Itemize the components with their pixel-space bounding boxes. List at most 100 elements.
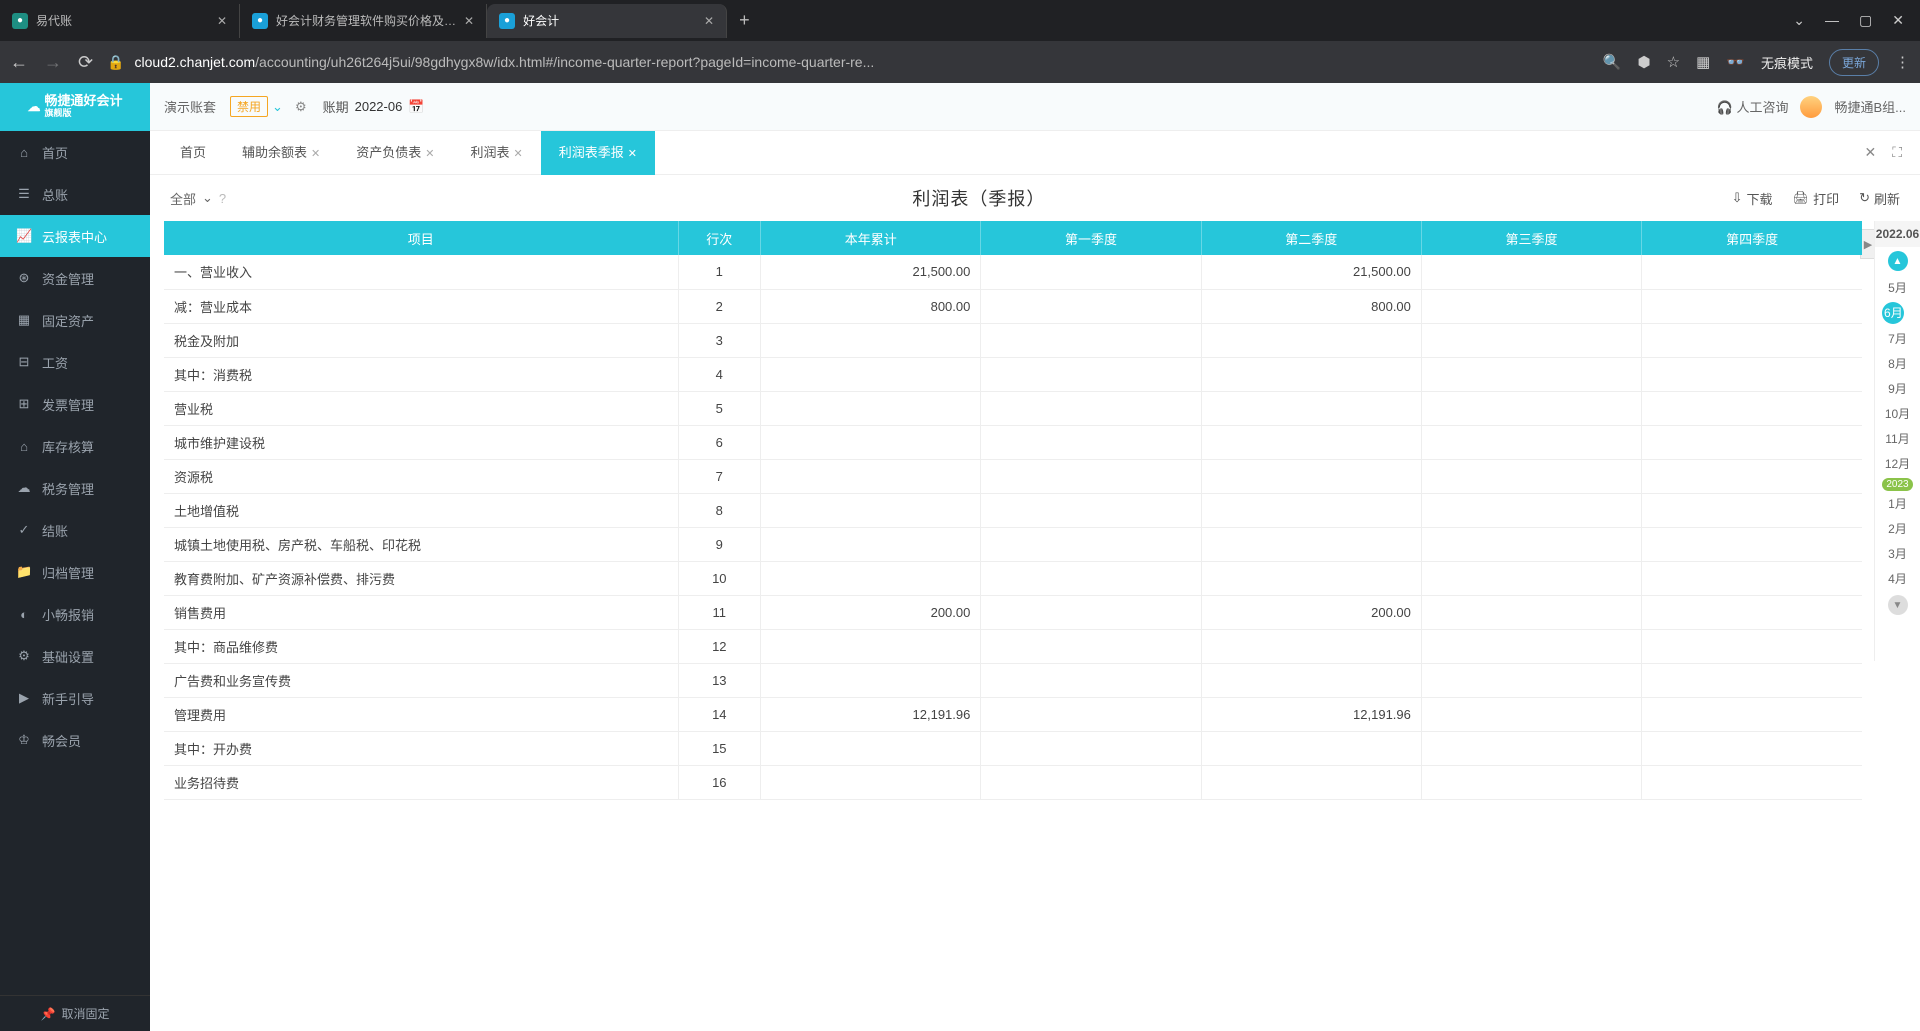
user-name[interactable]: 畅捷通B组... — [1834, 97, 1906, 116]
chevron-down-icon[interactable]: ⌄ — [1793, 12, 1805, 29]
close-tab-icon[interactable]: ✕ — [217, 14, 227, 28]
sidebar-item-9[interactable]: ✓结账 — [0, 509, 150, 551]
browser-tab[interactable]: ●易代账✕ — [0, 4, 240, 38]
month-item[interactable]: 8月 — [1882, 351, 1912, 376]
cell-q3 — [1421, 527, 1641, 561]
table-row[interactable]: 税金及附加 3 — [164, 323, 1862, 357]
sidebar-item-4[interactable]: ▦固定资产 — [0, 299, 150, 341]
extensions-puzzle-icon[interactable]: ▦ — [1696, 53, 1710, 71]
help-icon[interactable]: ? — [219, 191, 226, 206]
page-tab[interactable]: 利润表✕ — [452, 131, 540, 175]
month-item[interactable]: 10月 — [1882, 401, 1912, 426]
table-row[interactable]: 广告费和业务宣传费 13 — [164, 663, 1862, 697]
sidebar-item-8[interactable]: ☁税务管理 — [0, 467, 150, 509]
scroll-down-icon[interactable]: ▼ — [1888, 595, 1908, 615]
sidebar-item-1[interactable]: ☰总账 — [0, 173, 150, 215]
page-tab[interactable]: 辅助余额表✕ — [224, 131, 338, 175]
sidebar-item-12[interactable]: ⚙基础设置 — [0, 635, 150, 677]
fullscreen-icon[interactable]: ⛶ — [1892, 144, 1902, 161]
close-tab-icon[interactable]: ✕ — [704, 14, 714, 28]
close-tab-icon[interactable]: ✕ — [311, 148, 320, 160]
month-item[interactable]: 7月 — [1882, 326, 1912, 351]
table-row[interactable]: 城市维护建设税 6 — [164, 425, 1862, 459]
disable-tag[interactable]: 禁用 — [230, 96, 268, 117]
sidebar-item-6[interactable]: ⊞发票管理 — [0, 383, 150, 425]
sidebar-item-13[interactable]: ▶新手引导 — [0, 677, 150, 719]
month-item[interactable]: 3月 — [1882, 541, 1912, 566]
filter-dropdown[interactable]: 全部 ⌄ ? — [170, 189, 226, 208]
browser-tab[interactable]: ●好会计✕ — [487, 4, 727, 38]
page-tab[interactable]: 利润表季报✕ — [541, 131, 655, 175]
table-row[interactable]: 减：营业成本 2 800.00 800.00 — [164, 289, 1862, 323]
period-value[interactable]: 2022-06 — [355, 99, 403, 114]
sidebar-item-10[interactable]: 📁归档管理 — [0, 551, 150, 593]
month-item[interactable]: 1月 — [1882, 491, 1912, 516]
download-button[interactable]: ⇩ 下载 — [1732, 189, 1773, 208]
close-tab-icon[interactable]: ✕ — [514, 148, 523, 160]
month-item[interactable]: 6月 — [1882, 302, 1904, 324]
sidebar-item-2[interactable]: 📈云报表中心 — [0, 215, 150, 257]
unpin-sidebar[interactable]: 📌 取消固定 — [0, 995, 150, 1031]
search-in-page-icon[interactable]: 🔍 — [1603, 53, 1622, 71]
calendar-icon[interactable]: 📅 — [408, 99, 424, 115]
page-tab[interactable]: 首页 — [162, 131, 224, 175]
table-row[interactable]: 其中：商品维修费 12 — [164, 629, 1862, 663]
sidebar-item-14[interactable]: ♔畅会员 — [0, 719, 150, 761]
close-tab-icon[interactable]: ✕ — [464, 14, 474, 28]
page-tab[interactable]: 资产负债表✕ — [338, 131, 452, 175]
sidebar-item-label: 税务管理 — [42, 479, 94, 498]
table-row[interactable]: 土地增值税 8 — [164, 493, 1862, 527]
sidebar-item-7[interactable]: ⌂库存核算 — [0, 425, 150, 467]
minimize-icon[interactable]: — — [1825, 12, 1839, 29]
forward-icon[interactable]: → — [44, 52, 62, 73]
close-all-tabs-icon[interactable]: ✕ — [1864, 144, 1876, 161]
url-bar[interactable]: 🔒 cloud2.chanjet.com/accounting/uh26t264… — [107, 54, 1589, 71]
month-item[interactable]: 9月 — [1882, 376, 1912, 401]
print-button[interactable]: 🖨 打印 — [1793, 189, 1840, 208]
month-item[interactable]: 11月 — [1882, 426, 1912, 451]
sidebar-item-11[interactable]: ◐小畅报销 — [0, 593, 150, 635]
chevron-down-icon[interactable]: ⌄ — [272, 99, 283, 115]
account-set-selector[interactable]: 演示账套 — [150, 97, 230, 116]
reload-icon[interactable]: ⟳ — [78, 52, 93, 73]
cell-q4 — [1642, 391, 1862, 425]
table-row[interactable]: 一、营业收入 1 21,500.00 21,500.00 — [164, 255, 1862, 289]
close-tab-icon[interactable]: ✕ — [425, 148, 434, 160]
table-row[interactable]: 城镇土地使用税、房产税、车船税、印花税 9 — [164, 527, 1862, 561]
table-row[interactable]: 管理费用 14 12,191.96 12,191.96 — [164, 697, 1862, 731]
logo[interactable]: ☁ 畅捷通好会计 旗舰版 — [0, 83, 150, 131]
support-link[interactable]: 🎧 人工咨询 — [1717, 97, 1789, 116]
sidebar-item-0[interactable]: ⌂首页 — [0, 131, 150, 173]
refresh-button[interactable]: ↻ 刷新 — [1859, 189, 1900, 208]
sidebar-item-5[interactable]: ⊟工资 — [0, 341, 150, 383]
close-tab-icon[interactable]: ✕ — [628, 148, 637, 160]
table-row[interactable]: 其中：开办费 15 — [164, 731, 1862, 765]
new-tab-button[interactable]: + — [727, 10, 762, 31]
table-row[interactable]: 教育费附加、矿产资源补偿费、排污费 10 — [164, 561, 1862, 595]
year-label: 2022.06 — [1875, 221, 1920, 247]
bookmark-star-icon[interactable]: ☆ — [1667, 53, 1680, 71]
gear-icon[interactable]: ⚙ — [295, 99, 307, 115]
table-row[interactable]: 其中：消费税 4 — [164, 357, 1862, 391]
month-item[interactable]: 12月 — [1882, 451, 1912, 476]
back-icon[interactable]: ← — [10, 52, 28, 73]
maximize-icon[interactable]: ▢ — [1859, 12, 1872, 29]
table-row[interactable]: 营业税 5 — [164, 391, 1862, 425]
table-row[interactable]: 资源税 7 — [164, 459, 1862, 493]
report-table-wrapper[interactable]: 项目行次本年累计第一季度第二季度第三季度第四季度 一、营业收入 1 21,500… — [164, 221, 1862, 1031]
menu-dots-icon[interactable]: ⋮ — [1895, 53, 1910, 71]
extension-icon[interactable]: ⬢ — [1638, 53, 1651, 71]
table-row[interactable]: 业务招待费 16 — [164, 765, 1862, 799]
scroll-up-icon[interactable]: ▲ — [1888, 251, 1908, 271]
close-window-icon[interactable]: ✕ — [1892, 12, 1904, 29]
table-row[interactable]: 销售费用 11 200.00 200.00 — [164, 595, 1862, 629]
month-item[interactable]: 4月 — [1882, 566, 1912, 591]
sidebar: ⌂首页☰总账📈云报表中心⊛资金管理▦固定资产⊟工资⊞发票管理⌂库存核算☁税务管理… — [0, 131, 150, 1031]
month-item[interactable]: 2月 — [1882, 516, 1912, 541]
column-header: 第二季度 — [1201, 221, 1421, 255]
update-button[interactable]: 更新 — [1829, 49, 1879, 76]
browser-tab[interactable]: ●好会计财务管理软件购买价格及…✕ — [240, 4, 487, 38]
avatar[interactable] — [1800, 96, 1822, 118]
sidebar-item-3[interactable]: ⊛资金管理 — [0, 257, 150, 299]
month-item[interactable]: 5月 — [1882, 275, 1912, 300]
